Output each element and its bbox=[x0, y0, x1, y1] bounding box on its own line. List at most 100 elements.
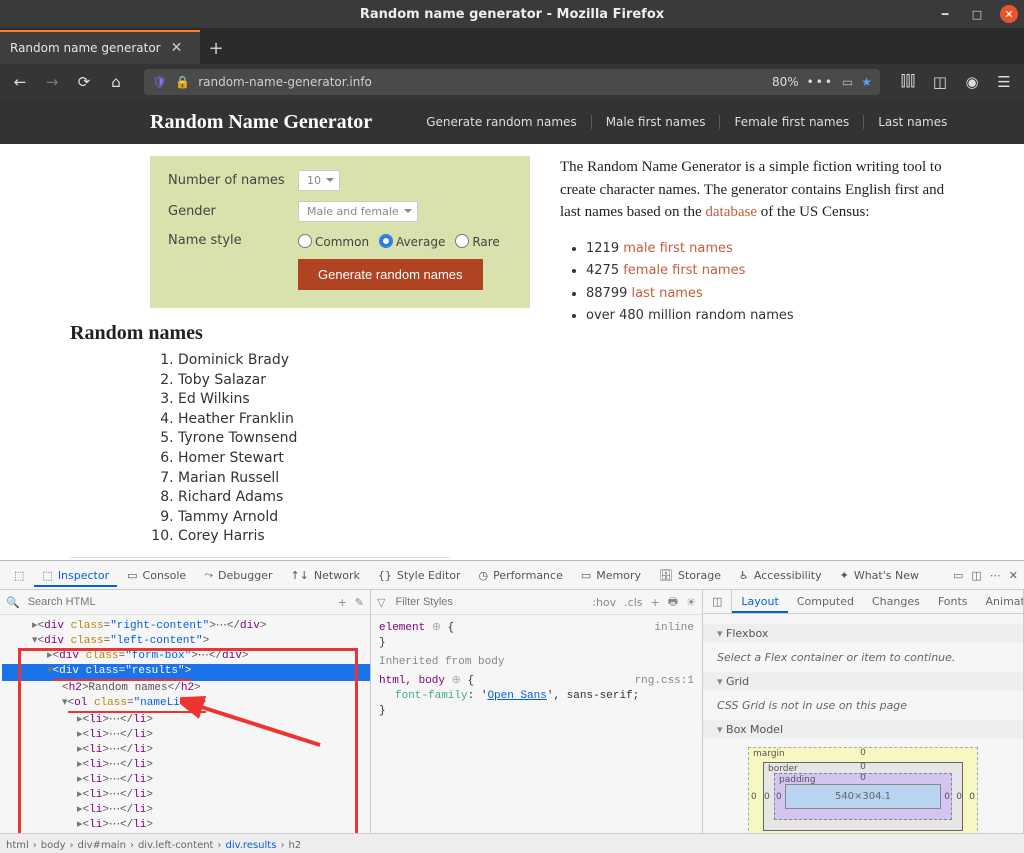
fonts-tab[interactable]: Fonts bbox=[929, 590, 977, 613]
style-radio-common[interactable]: Common bbox=[298, 232, 369, 249]
nav-link[interactable]: Last names bbox=[864, 115, 961, 129]
menu-icon[interactable]: ☰ bbox=[992, 73, 1016, 91]
html-panel: 🔍 +✎ ▸<div class="right-content">⋯</div>… bbox=[0, 590, 371, 833]
num-names-select[interactable]: 10 bbox=[298, 170, 340, 191]
back-icon[interactable]: ← bbox=[8, 73, 32, 91]
nav-link[interactable]: Generate random names bbox=[412, 115, 592, 129]
layout-panel: ◫ Layout Computed Changes Fonts Animat F… bbox=[703, 590, 1024, 833]
new-tab-button[interactable]: + bbox=[200, 32, 232, 64]
lock-icon: 🔒 bbox=[175, 75, 190, 89]
bookmark-star-icon[interactable]: ★ bbox=[861, 75, 872, 89]
window-titlebar: Random name generator - Mozilla Firefox … bbox=[0, 0, 1024, 28]
list-item: Toby Salazar bbox=[178, 371, 530, 391]
grid-msg: CSS Grid is not in use on this page bbox=[709, 695, 1017, 716]
male-names-link[interactable]: male first names bbox=[623, 241, 733, 256]
maximize-button[interactable]: □ bbox=[968, 5, 986, 23]
minimize-button[interactable]: ━ bbox=[936, 5, 954, 23]
gender-select[interactable]: Male and female bbox=[298, 201, 418, 222]
box-model-dimensions: 540×304.1 bbox=[785, 784, 941, 809]
style-radio-rare[interactable]: Rare bbox=[455, 232, 499, 249]
generate-button[interactable]: Generate random names bbox=[298, 259, 483, 290]
devtools-tab-inspector[interactable]: ⬚ Inspector bbox=[34, 564, 117, 587]
results-section: Random names Dominick Brady Toby Salazar… bbox=[150, 322, 530, 558]
changes-tab[interactable]: Changes bbox=[863, 590, 929, 613]
filter-icon: ▽ bbox=[377, 596, 385, 609]
nav-link[interactable]: Male first names bbox=[592, 115, 721, 129]
home-icon[interactable]: ⌂ bbox=[104, 73, 128, 91]
filter-styles-input[interactable] bbox=[393, 595, 584, 609]
dock-side-icon[interactable]: ◫ bbox=[971, 569, 981, 582]
zoom-level[interactable]: 80% bbox=[772, 75, 799, 89]
devtools-tab-storage[interactable]: 🗄 Storage bbox=[651, 564, 729, 587]
devtools-menu-icon[interactable]: ⋯ bbox=[990, 569, 1001, 582]
grid-section[interactable]: Grid bbox=[703, 672, 1023, 691]
site-title: Random Name Generator bbox=[150, 111, 372, 134]
layout-tabs: ◫ Layout Computed Changes Fonts Animat bbox=[703, 590, 1023, 614]
light-scheme-icon[interactable]: ☀ bbox=[686, 596, 696, 609]
database-link[interactable]: database bbox=[705, 204, 757, 220]
flexbox-section[interactable]: Flexbox bbox=[703, 624, 1023, 643]
sidebar-icon[interactable]: ◫ bbox=[928, 73, 952, 91]
library-icon[interactable]: ⫿⫿⫿ bbox=[896, 73, 920, 91]
devtools-tab-network[interactable]: ↑↓ Network bbox=[282, 564, 367, 587]
reload-icon[interactable]: ⟳ bbox=[72, 73, 96, 91]
toggle-3pane-icon[interactable]: ◫ bbox=[703, 590, 732, 613]
element-picker-icon[interactable]: ⬚ bbox=[6, 564, 32, 587]
devtools: ⬚ ⬚ Inspector ▭ Console ⤳ Debugger ↑↓ Ne… bbox=[0, 560, 1024, 853]
devtools-tab-styleeditor[interactable]: {} Style Editor bbox=[370, 564, 469, 587]
layout-tab[interactable]: Layout bbox=[732, 590, 787, 613]
html-search-bar: 🔍 +✎ bbox=[0, 590, 370, 615]
close-button[interactable]: ✕ bbox=[1000, 5, 1018, 23]
list-item: Ed Wilkins bbox=[178, 390, 530, 410]
list-item: Tyrone Townsend bbox=[178, 429, 530, 449]
devtools-tab-debugger[interactable]: ⤳ Debugger bbox=[196, 563, 280, 587]
add-rule-icon[interactable]: + bbox=[651, 596, 660, 609]
nav-link[interactable]: Female first names bbox=[720, 115, 864, 129]
devtools-close-icon[interactable]: ✕ bbox=[1009, 569, 1018, 582]
tab-close-icon[interactable]: ✕ bbox=[171, 40, 183, 56]
cls-toggle[interactable]: .cls bbox=[624, 596, 642, 609]
last-names-link[interactable]: last names bbox=[632, 286, 703, 301]
devtools-tab-accessibility[interactable]: ♿ Accessibility bbox=[731, 564, 830, 587]
browser-tab[interactable]: Random name generator ✕ bbox=[0, 30, 200, 64]
url-text: random-name-generator.info bbox=[198, 75, 764, 89]
responsive-mode-icon[interactable]: ▭ bbox=[953, 569, 963, 582]
shield-icon[interactable]: 🛡 bbox=[152, 75, 167, 89]
female-names-link[interactable]: female first names bbox=[623, 263, 745, 278]
devtools-tab-memory[interactable]: ▭ Memory bbox=[573, 564, 649, 587]
css-panel: ▽ :hov .cls + 🖶 ☀ element ⊕ {inline } In… bbox=[371, 590, 703, 833]
html-search-input[interactable] bbox=[26, 595, 332, 609]
add-node-icon[interactable]: + bbox=[338, 596, 347, 609]
list-item: Homer Stewart bbox=[178, 449, 530, 469]
page-actions-icon[interactable]: ••• bbox=[807, 75, 834, 89]
css-rules[interactable]: element ⊕ {inline } Inherited from body … bbox=[371, 615, 702, 725]
breadcrumb[interactable]: html › body › div#main › div.left-conten… bbox=[0, 833, 1024, 853]
generator-form: Number of names 10 Gender Male and femal… bbox=[150, 156, 530, 308]
num-names-label: Number of names bbox=[168, 173, 298, 188]
page-content: Random Name Generator Generate random na… bbox=[0, 100, 1024, 560]
html-tree[interactable]: ▸<div class="right-content">⋯</div> ▾<di… bbox=[0, 615, 370, 833]
gender-label: Gender bbox=[168, 204, 298, 219]
window-title: Random name generator - Mozilla Firefox bbox=[0, 7, 1024, 22]
boxmodel-section[interactable]: Box Model bbox=[703, 720, 1023, 739]
forward-icon: → bbox=[40, 73, 64, 91]
site-nav: Generate random names Male first names F… bbox=[412, 115, 961, 129]
devtools-tab-performance[interactable]: ◷ Performance bbox=[471, 564, 571, 587]
url-bar[interactable]: 🛡 🔒 random-name-generator.info 80% ••• ▭… bbox=[144, 69, 880, 95]
hov-toggle[interactable]: :hov bbox=[592, 596, 616, 609]
anim-tab[interactable]: Animat bbox=[977, 590, 1024, 613]
list-item: Marian Russell bbox=[178, 469, 530, 489]
tab-label: Random name generator bbox=[10, 41, 161, 55]
devtools-tab-whatsnew[interactable]: ✦ What's New bbox=[832, 564, 927, 587]
computed-tab[interactable]: Computed bbox=[788, 590, 863, 613]
devtools-tab-console[interactable]: ▭ Console bbox=[119, 564, 194, 587]
account-icon[interactable]: ◉ bbox=[960, 73, 984, 91]
reader-icon[interactable]: ▭ bbox=[842, 75, 853, 89]
print-sim-icon[interactable]: 🖶 bbox=[668, 593, 678, 612]
site-header: Random Name Generator Generate random na… bbox=[0, 100, 1024, 144]
devtools-tabs: ⬚ ⬚ Inspector ▭ Console ⤳ Debugger ↑↓ Ne… bbox=[0, 561, 1024, 590]
style-radio-average[interactable]: Average bbox=[379, 232, 445, 249]
list-item: Richard Adams bbox=[178, 488, 530, 508]
eyedropper-icon[interactable]: ✎ bbox=[355, 596, 364, 609]
intro-text: The Random Name Generator is a simple fi… bbox=[560, 156, 960, 550]
